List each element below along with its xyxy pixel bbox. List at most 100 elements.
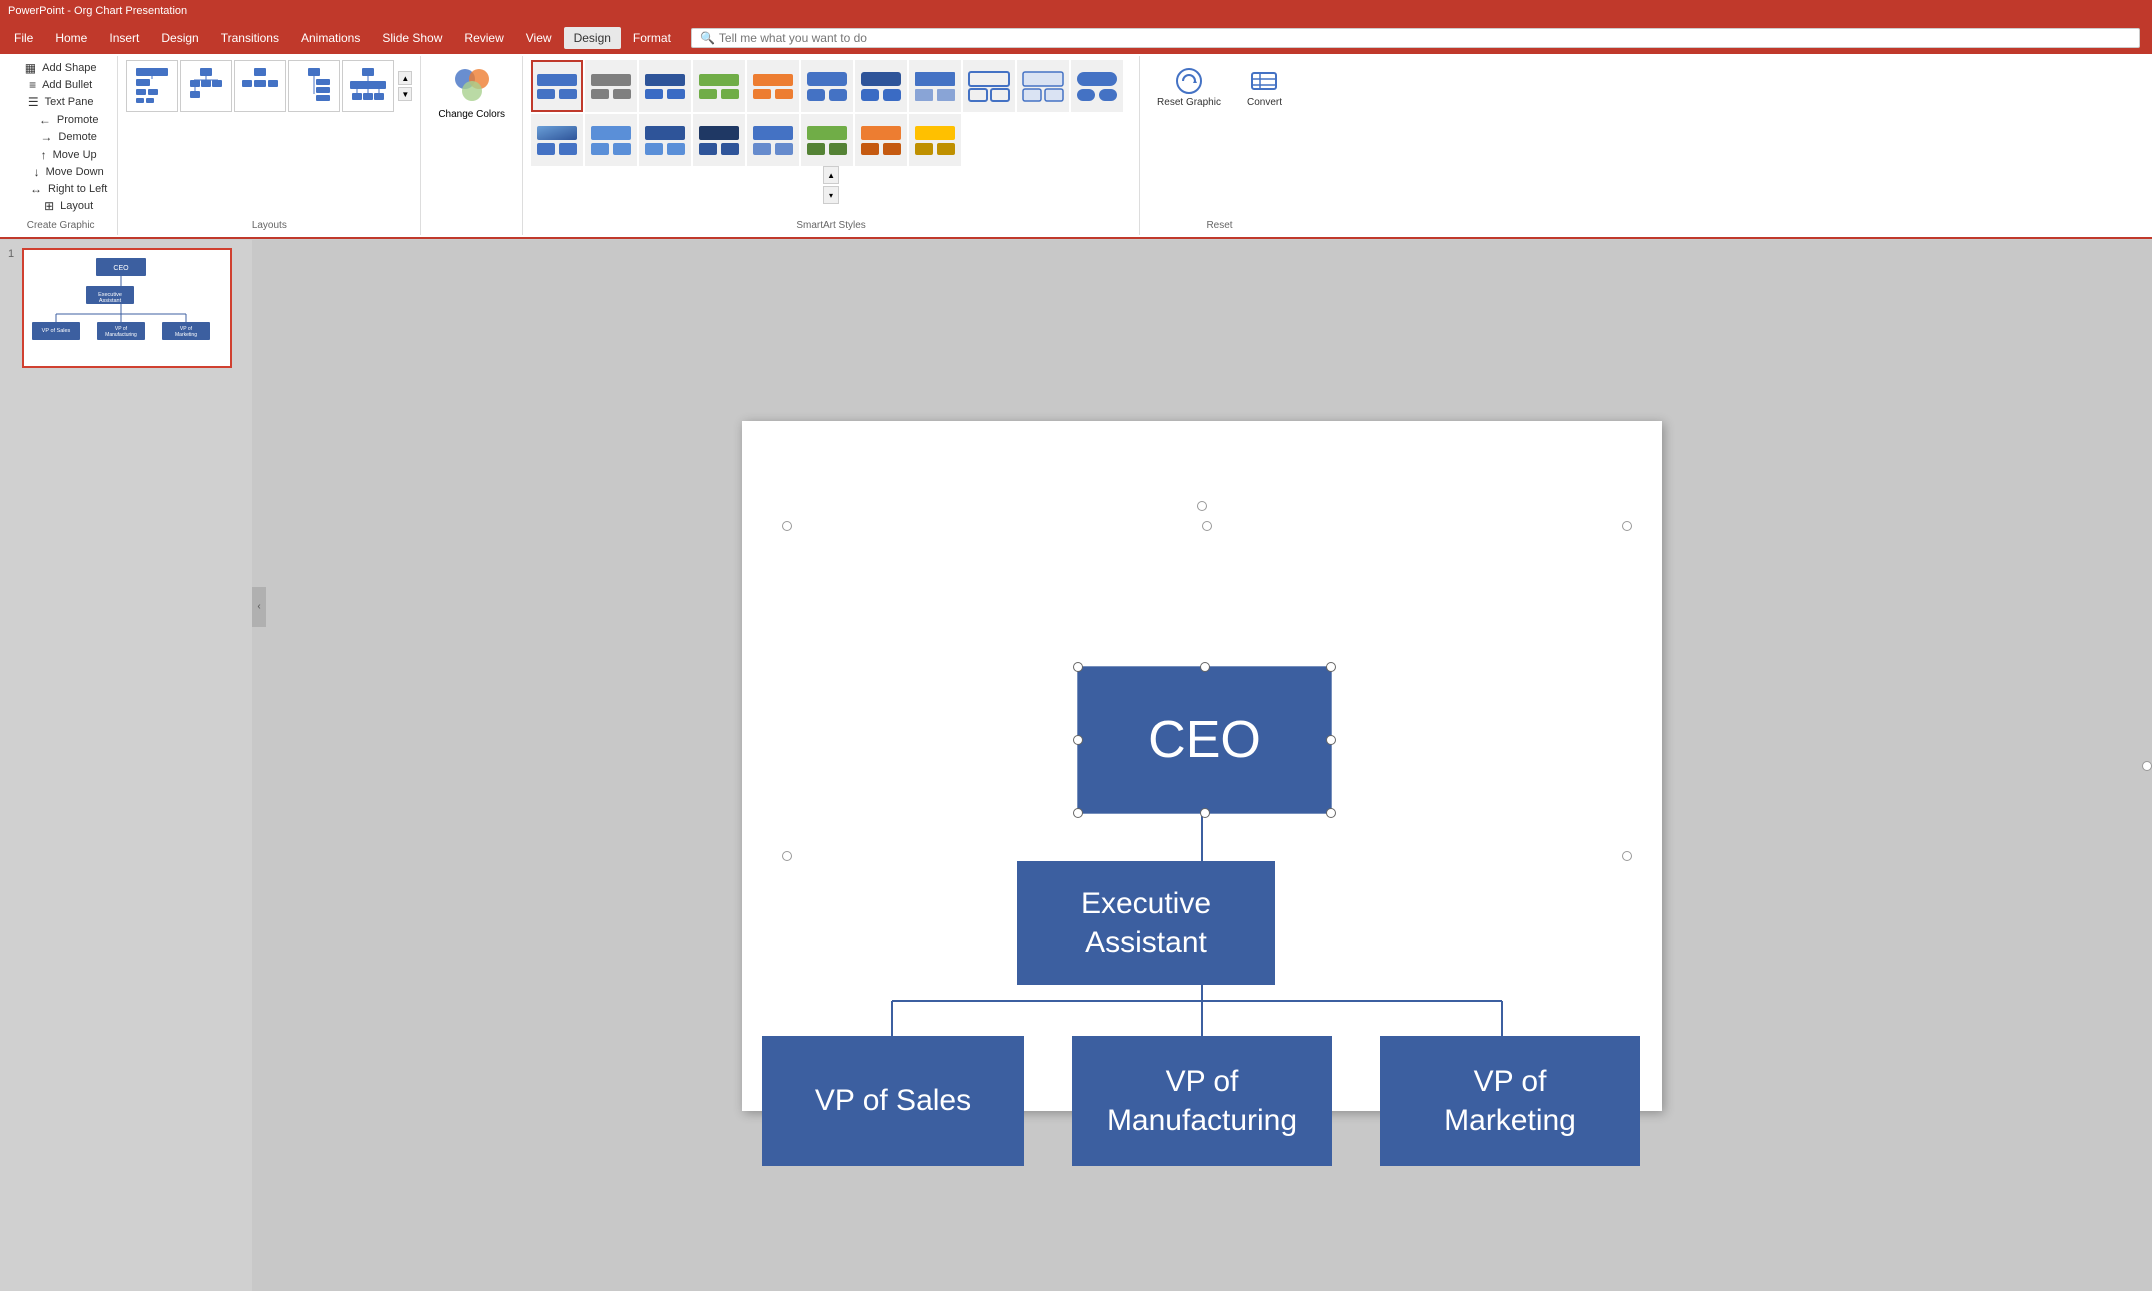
menu-animations[interactable]: Animations	[291, 27, 370, 49]
reset-graphic-label: Reset Graphic	[1157, 97, 1221, 109]
ea-box[interactable]: ExecutiveAssistant	[1017, 861, 1275, 985]
smartart-scroll-up[interactable]: ▲	[823, 166, 839, 184]
panel-collapse-btn[interactable]: ‹	[252, 587, 266, 627]
menu-insert[interactable]: Insert	[99, 27, 149, 49]
vp-marketing-box[interactable]: VP ofMarketing	[1380, 1036, 1640, 1166]
move-down-icon: ↓	[34, 165, 40, 179]
tell-me-bar[interactable]: 🔍	[691, 28, 2140, 48]
sa-style-17[interactable]	[801, 114, 853, 166]
layout-option-1[interactable]	[126, 60, 178, 112]
sa-style-14[interactable]	[639, 114, 691, 166]
sa-style-18[interactable]	[855, 114, 907, 166]
layout-option-5[interactable]	[342, 60, 394, 112]
ceo-box[interactable]: CEO	[1077, 666, 1332, 814]
smartart-scroll-expand[interactable]: ▾	[823, 186, 839, 204]
right-to-left-btn[interactable]: ↔ Right to Left	[28, 181, 109, 197]
change-colors-icon	[451, 65, 493, 107]
ceo-handle-bl[interactable]	[1073, 808, 1083, 818]
sa-style-10[interactable]	[1017, 60, 1069, 112]
ceo-handle-bc[interactable]	[1200, 808, 1210, 818]
sa-style-5[interactable]	[747, 60, 799, 112]
sa-style-13[interactable]	[585, 114, 637, 166]
reset-group-content: Reset Graphic Convert	[1148, 60, 1291, 114]
text-pane-btn[interactable]: ☰ Text Pane	[26, 94, 96, 110]
ceo-handle-tr[interactable]	[1326, 662, 1336, 672]
layout-scroll-down[interactable]: ▼	[398, 87, 412, 101]
ceo-handle-br[interactable]	[1326, 808, 1336, 818]
ribbon: ▦ Add Shape ≡ Add Bullet ☰ Text Pane ← P…	[0, 54, 2152, 240]
move-down-btn[interactable]: ↓ Move Down	[32, 164, 106, 180]
sa-style-8[interactable]	[909, 60, 961, 112]
canvas-right-handle[interactable]	[2142, 761, 2152, 771]
demote-btn[interactable]: → Demote	[38, 129, 99, 145]
ceo-text: CEO	[1148, 710, 1261, 770]
menu-slideshow[interactable]: Slide Show	[372, 27, 452, 49]
ceo-handle-tc[interactable]	[1200, 662, 1210, 672]
layouts-content: ▲ ▼	[126, 60, 412, 112]
svg-text:CEO: CEO	[114, 265, 130, 272]
handle-tl[interactable]	[782, 521, 792, 531]
menu-file[interactable]: File	[4, 27, 43, 49]
change-colors-btn[interactable]: Change Colors	[429, 60, 514, 126]
menu-design[interactable]: Design	[564, 27, 621, 49]
vp-sales-box[interactable]: VP of Sales	[762, 1036, 1024, 1166]
sa-style-6[interactable]	[801, 60, 853, 112]
sa-style-11[interactable]	[1071, 60, 1123, 112]
vp-manufacturing-box[interactable]: VP ofManufacturing	[1072, 1036, 1332, 1166]
add-shape-label: Add Shape	[42, 62, 96, 74]
add-bullet-icon: ≡	[29, 78, 36, 92]
reset-group: Reset Graphic Convert Reset	[1140, 56, 1299, 235]
menu-view[interactable]: View	[516, 27, 562, 49]
menu-design-pres[interactable]: Design	[151, 27, 208, 49]
demote-icon: →	[40, 130, 52, 144]
text-pane-label: Text Pane	[45, 96, 94, 108]
convert-icon	[1248, 65, 1280, 97]
tell-me-input[interactable]	[719, 31, 919, 45]
sa-style-19[interactable]	[909, 114, 961, 166]
slide-row-1: 1 CEO Executive Assistant	[8, 248, 244, 368]
handle-ml[interactable]	[782, 851, 792, 861]
slide-number-1: 1	[8, 248, 14, 260]
add-shape-btn[interactable]: ▦ Add Shape	[23, 60, 99, 76]
convert-btn[interactable]: Convert	[1238, 60, 1291, 114]
layouts-label: Layouts	[252, 216, 287, 231]
add-bullet-btn[interactable]: ≡ Add Bullet	[27, 77, 94, 93]
sa-style-1[interactable]	[531, 60, 583, 112]
handle-tr[interactable]	[1622, 521, 1632, 531]
menu-home[interactable]: Home	[45, 27, 97, 49]
slide-canvas[interactable]: CEO ExecutiveAssistant VP of Sales	[742, 421, 1662, 1111]
handle-mr[interactable]	[1622, 851, 1632, 861]
sa-style-16[interactable]	[747, 114, 799, 166]
move-up-btn[interactable]: ↑ Move Up	[39, 147, 99, 163]
reset-graphic-btn[interactable]: Reset Graphic	[1148, 60, 1230, 114]
layout-btn[interactable]: ⊞ Layout	[42, 198, 95, 214]
ceo-handle-ml[interactable]	[1073, 735, 1083, 745]
vp-manufacturing-text: VP ofManufacturing	[1107, 1062, 1297, 1140]
layout-option-2[interactable]	[180, 60, 232, 112]
handle-tc[interactable]	[1202, 521, 1212, 531]
sa-style-4[interactable]	[693, 60, 745, 112]
slide-thumbnail-1[interactable]: CEO Executive Assistant VP of Sales	[22, 248, 232, 368]
ceo-handle-tl[interactable]	[1073, 662, 1083, 672]
sa-style-9[interactable]	[963, 60, 1015, 112]
layout-option-4[interactable]	[288, 60, 340, 112]
vp-marketing-text: VP ofMarketing	[1444, 1062, 1576, 1140]
rotate-handle[interactable]	[1197, 501, 1207, 511]
layout-scroll-up[interactable]: ▲	[398, 71, 412, 85]
menu-transitions[interactable]: Transitions	[211, 27, 289, 49]
svg-text:Manufacturing: Manufacturing	[105, 332, 137, 338]
text-pane-icon: ☰	[28, 95, 39, 109]
sa-style-2[interactable]	[585, 60, 637, 112]
layout-scroll: ▲ ▼	[398, 71, 412, 101]
sa-style-15[interactable]	[693, 114, 745, 166]
menu-review[interactable]: Review	[454, 27, 513, 49]
sa-style-7[interactable]	[855, 60, 907, 112]
promote-btn[interactable]: ← Promote	[37, 112, 101, 128]
create-graphic-group: ▦ Add Shape ≡ Add Bullet ☰ Text Pane ← P…	[4, 56, 118, 235]
smartart-styles-label: SmartArt Styles	[796, 216, 865, 231]
ceo-handle-mr[interactable]	[1326, 735, 1336, 745]
layout-option-3[interactable]	[234, 60, 286, 112]
menu-format-tab[interactable]: Format	[623, 27, 681, 49]
sa-style-3[interactable]	[639, 60, 691, 112]
sa-style-12[interactable]	[531, 114, 583, 166]
